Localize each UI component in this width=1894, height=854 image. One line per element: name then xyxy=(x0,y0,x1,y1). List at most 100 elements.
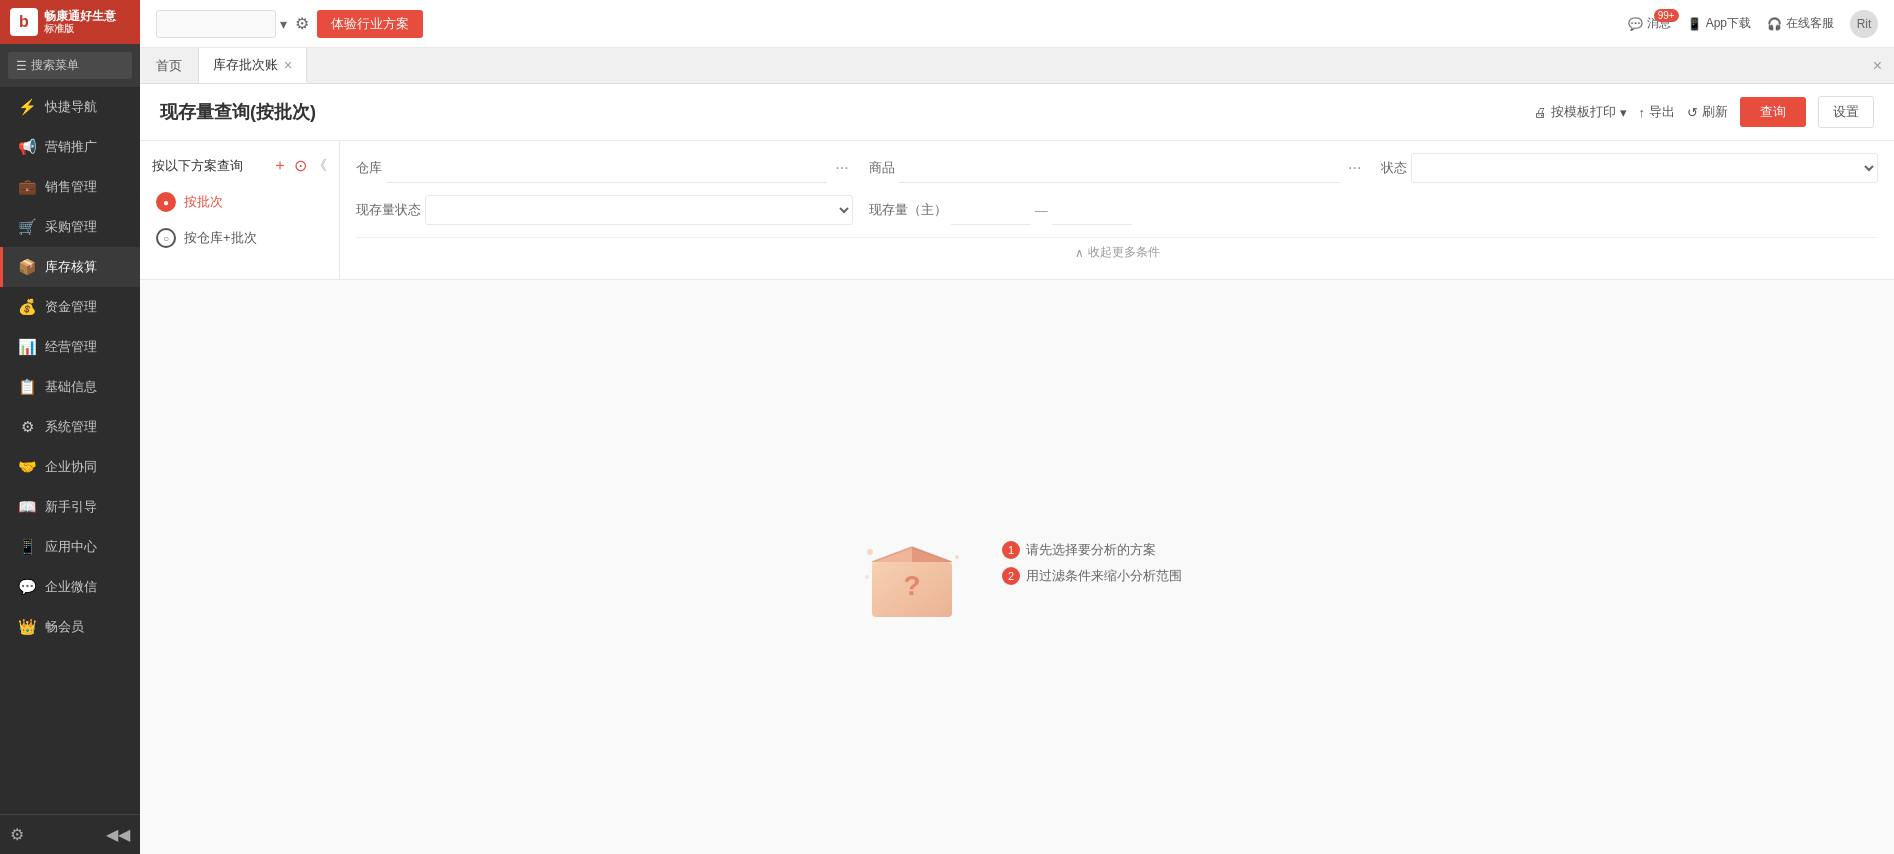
sidebar-item-label: 营销推广 xyxy=(45,138,97,156)
stock-amount-max-input[interactable] xyxy=(1052,195,1132,225)
app-logo: b xyxy=(10,8,38,36)
sidebar-item-label: 应用中心 xyxy=(45,538,97,556)
collapse-filter-sidebar-button[interactable]: 《 xyxy=(313,157,327,175)
warehouse-more-icon[interactable]: ··· xyxy=(831,159,852,177)
sidebar-item-marketing[interactable]: 📢 营销推广 xyxy=(0,127,140,167)
empty-step-2: 2 用过滤条件来缩小分析范围 xyxy=(1002,567,1182,585)
topbar-dropdown-button[interactable]: ▾ xyxy=(280,16,287,32)
sidebar-item-membership[interactable]: 👑 畅会员 xyxy=(0,607,140,647)
sidebar-item-app-center[interactable]: 📱 应用中心 xyxy=(0,527,140,567)
experience-btn[interactable]: 体验行业方案 xyxy=(317,10,423,38)
enterprise-icon: 🤝 xyxy=(17,458,37,476)
filter-panel: 按以下方案查询 ＋ ⊙ 《 ● 按批次 ○ 按仓库+批次 xyxy=(140,141,1894,280)
product-more-icon[interactable]: ··· xyxy=(1344,159,1365,177)
tab-home[interactable]: 首页 xyxy=(140,48,199,83)
range-separator: — xyxy=(1035,203,1048,218)
topbar-gear-button[interactable]: ⚙ xyxy=(295,14,309,33)
app-name-area: 畅康通好生意 标准版 xyxy=(44,9,116,35)
warehouse-input[interactable] xyxy=(386,153,827,183)
sidebar-item-operations[interactable]: 📊 经营管理 xyxy=(0,327,140,367)
quick-nav-icon: ⚡ xyxy=(17,98,37,116)
status-select[interactable] xyxy=(1411,153,1878,183)
page-header: 现存量查询(按批次) 🖨 按模板打印 ▾ ↑ 导出 ↺ 刷新 查询 设置 xyxy=(140,84,1894,141)
sidebar-item-guide[interactable]: 📖 新手引导 xyxy=(0,487,140,527)
filter-sidebar-actions: ＋ ⊙ 《 xyxy=(272,155,327,176)
empty-state: ? 1 请先选择要分析的方案 2 用过滤条件来缩小分析范围 xyxy=(140,280,1894,854)
online-service-button[interactable]: 🎧 在线客服 xyxy=(1767,15,1834,32)
print-button[interactable]: 🖨 按模板打印 ▾ xyxy=(1534,103,1627,121)
message-button[interactable]: 💬 消息 99+ xyxy=(1628,15,1671,32)
sidebar-item-system[interactable]: ⚙ 系统管理 xyxy=(0,407,140,447)
filter-row-1: 仓库 ··· 商品 ··· 状态 xyxy=(356,153,1878,183)
warehouse-label: 仓库 xyxy=(356,159,382,177)
sidebar-item-label: 销售管理 xyxy=(45,178,97,196)
sidebar-item-enterprise-wechat[interactable]: 💬 企业微信 xyxy=(0,567,140,607)
app-name: 畅康通好生意 xyxy=(44,9,116,23)
batch-option-icon: ● xyxy=(156,192,176,212)
wechat-icon: 💬 xyxy=(17,578,37,596)
app-download-button[interactable]: 📱 App下载 xyxy=(1687,15,1751,32)
step-1-number: 1 xyxy=(1002,541,1020,559)
tabs-bar: 首页 库存批次账 × × xyxy=(140,48,1894,84)
print-icon: 🖨 xyxy=(1534,105,1547,120)
product-input[interactable] xyxy=(899,153,1340,183)
topbar-search-area: ▾ xyxy=(156,10,287,38)
sidebar-item-label: 经营管理 xyxy=(45,338,97,356)
topbar-right: 💬 消息 99+ 📱 App下载 🎧 在线客服 Rit xyxy=(1628,10,1878,38)
filter-option-by-warehouse-batch[interactable]: ○ 按仓库+批次 xyxy=(140,220,339,256)
refresh-label: 刷新 xyxy=(1702,103,1728,121)
sidebar-item-enterprise[interactable]: 🤝 企业协同 xyxy=(0,447,140,487)
search-icon: ☰ xyxy=(16,59,27,73)
svg-point-6 xyxy=(867,549,873,555)
user-avatar[interactable]: Rit xyxy=(1850,10,1878,38)
status-label: 状态 xyxy=(1381,159,1407,177)
filter-row-2: 现存量状态 现存量（主） — xyxy=(356,195,1878,225)
sidebar-item-label: 基础信息 xyxy=(45,378,97,396)
sidebar-item-label: 快捷导航 xyxy=(45,98,97,116)
search-menu-button[interactable]: ☰ 搜索菜单 xyxy=(8,52,132,79)
sidebar-header: b 畅康通好生意 标准版 xyxy=(0,0,140,44)
sidebar-item-finance[interactable]: 💰 资金管理 xyxy=(0,287,140,327)
sidebar-item-label: 企业微信 xyxy=(45,578,97,596)
sidebar-item-quick-nav[interactable]: ⚡ 快捷导航 xyxy=(0,87,140,127)
tab-close-button[interactable]: × xyxy=(284,58,292,72)
app-center-icon: 📱 xyxy=(17,538,37,556)
app-download-label: App下载 xyxy=(1706,15,1751,32)
filter-option-by-batch[interactable]: ● 按批次 xyxy=(140,184,339,220)
finance-icon: 💰 xyxy=(17,298,37,316)
stock-amount-range: — xyxy=(951,195,1132,225)
warehouse-filter-field: 仓库 ··· xyxy=(356,153,853,183)
add-scheme-button[interactable]: ＋ xyxy=(272,155,288,176)
settings-button[interactable]: 设置 xyxy=(1818,96,1874,128)
sidebar-item-sales[interactable]: 💼 销售管理 xyxy=(0,167,140,207)
product-filter-field: 商品 ··· xyxy=(869,153,1366,183)
purchase-icon: 🛒 xyxy=(17,218,37,236)
collapse-more-conditions[interactable]: ∧ 收起更多条件 xyxy=(356,237,1878,267)
stock-amount-field: 现存量（主） — xyxy=(869,195,1366,225)
refresh-button[interactable]: ↺ 刷新 xyxy=(1687,103,1728,121)
stock-amount-min-input[interactable] xyxy=(951,195,1031,225)
print-dropdown-icon: ▾ xyxy=(1620,105,1627,120)
page-title: 现存量查询(按批次) xyxy=(160,100,316,124)
sidebar-footer: ⚙ ◀◀ xyxy=(0,814,140,854)
online-service-label: 在线客服 xyxy=(1786,15,1834,32)
tab-home-label: 首页 xyxy=(156,57,182,75)
sidebar-item-purchase[interactable]: 🛒 采购管理 xyxy=(0,207,140,247)
query-button[interactable]: 查询 xyxy=(1740,97,1806,127)
svg-point-8 xyxy=(865,575,869,579)
filter-sidebar-header: 按以下方案查询 ＋ ⊙ 《 xyxy=(140,151,339,180)
empty-text: 1 请先选择要分析的方案 2 用过滤条件来缩小分析范围 xyxy=(1002,541,1182,593)
sidebar-item-basic-info[interactable]: 📋 基础信息 xyxy=(0,367,140,407)
topbar-search-input[interactable] xyxy=(156,10,276,38)
tab-inventory-batch[interactable]: 库存批次账 × xyxy=(199,48,307,83)
sidebar-item-inventory[interactable]: 📦 库存核算 xyxy=(0,247,140,287)
export-button[interactable]: ↑ 导出 xyxy=(1639,103,1676,121)
close-all-tabs-button[interactable]: × xyxy=(1861,57,1894,75)
topbar-left: ▾ ⚙ 体验行业方案 xyxy=(156,10,1618,38)
main-area: ▾ ⚙ 体验行业方案 💬 消息 99+ 📱 App下载 🎧 在线客服 Rit xyxy=(140,0,1894,854)
settings-icon-button[interactable]: ⚙ xyxy=(10,825,24,844)
step-1-text: 请先选择要分析的方案 xyxy=(1026,541,1156,559)
stock-status-select[interactable] xyxy=(425,195,853,225)
scheme-settings-button[interactable]: ⊙ xyxy=(294,156,307,175)
collapse-sidebar-button[interactable]: ◀◀ xyxy=(106,825,130,844)
